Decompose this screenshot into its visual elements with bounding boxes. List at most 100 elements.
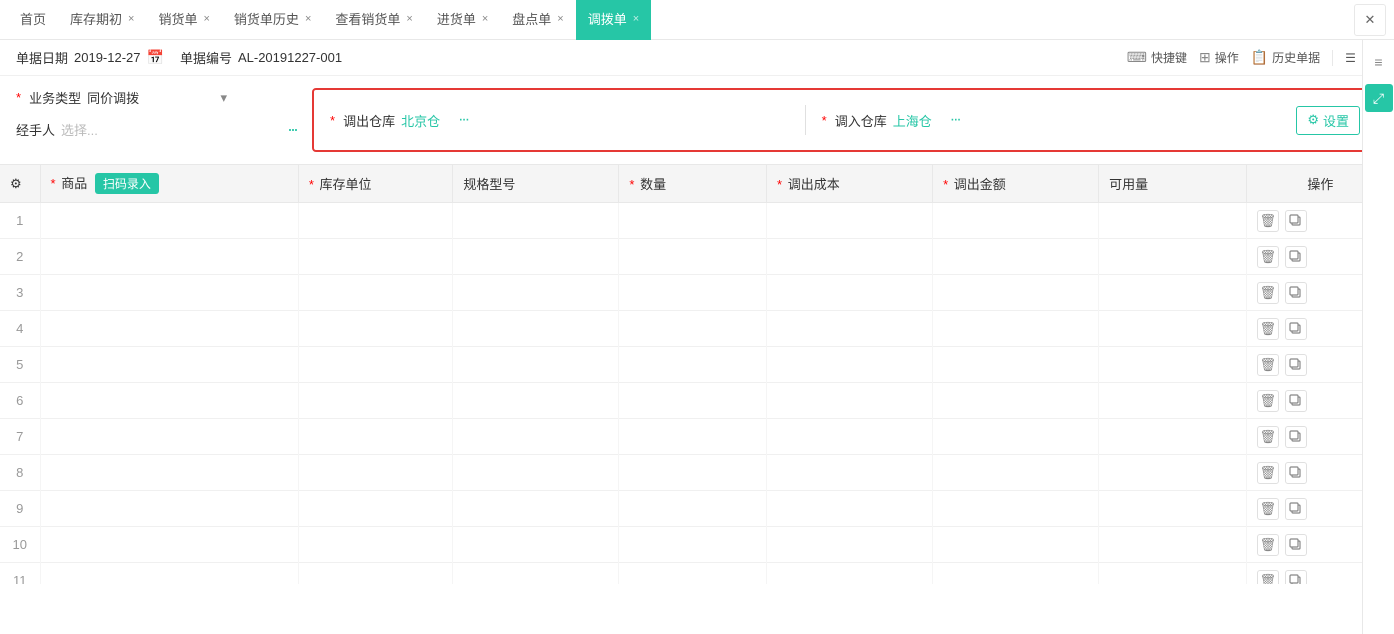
qty-cell-11[interactable] bbox=[619, 563, 767, 585]
row-number-11: 11 bbox=[0, 563, 40, 585]
history-button[interactable]: 📋 历史单据 bbox=[1251, 49, 1320, 66]
cost-cell-6[interactable] bbox=[767, 383, 933, 419]
row-number-2: 2 bbox=[0, 239, 40, 275]
tab-transfer[interactable]: 调拨单 × bbox=[576, 0, 651, 40]
operations-button[interactable]: ⊞ 操作 bbox=[1199, 49, 1239, 66]
col-settings[interactable]: ⚙ bbox=[0, 165, 40, 203]
row-number-10: 10 bbox=[0, 527, 40, 563]
copy-row-2[interactable] bbox=[1285, 246, 1307, 268]
cost-cell-9[interactable] bbox=[767, 491, 933, 527]
qty-cell-2[interactable] bbox=[619, 239, 767, 275]
copy-row-10[interactable] bbox=[1285, 534, 1307, 556]
avail-cell-1 bbox=[1099, 203, 1247, 239]
list-view-button[interactable]: ☰ bbox=[1345, 51, 1356, 65]
handler-more-icon[interactable]: ··· bbox=[287, 119, 296, 140]
qty-cell-5[interactable] bbox=[619, 347, 767, 383]
delete-row-9[interactable]: 🗑 bbox=[1257, 498, 1279, 520]
tab-close-transfer[interactable]: × bbox=[633, 13, 639, 25]
cost-cell-4[interactable] bbox=[767, 311, 933, 347]
copy-row-5[interactable] bbox=[1285, 354, 1307, 376]
qty-cell-4[interactable] bbox=[619, 311, 767, 347]
tab-stock-count[interactable]: 盘点单 × bbox=[500, 0, 575, 40]
qty-cell-6[interactable] bbox=[619, 383, 767, 419]
transfer-out-value[interactable]: 北京仓 bbox=[401, 111, 440, 130]
copy-row-3[interactable] bbox=[1285, 282, 1307, 304]
goods-cell-10[interactable] bbox=[40, 527, 298, 563]
warehouse-settings-button[interactable]: ⚙ 设置 bbox=[1296, 106, 1360, 135]
qty-cell-3[interactable] bbox=[619, 275, 767, 311]
expand-icon: ⤢ bbox=[1373, 90, 1384, 107]
copy-row-11[interactable] bbox=[1285, 570, 1307, 585]
tab-inventory-init[interactable]: 库存期初 × bbox=[58, 0, 146, 40]
business-type-select[interactable]: 同价调拨 ▾ bbox=[87, 88, 227, 107]
tab-sales-order[interactable]: 销货单 × bbox=[146, 0, 221, 40]
delete-row-5[interactable]: 🗑 bbox=[1257, 354, 1279, 376]
window-close-button[interactable]: ✕ bbox=[1354, 4, 1386, 36]
goods-cell-2[interactable] bbox=[40, 239, 298, 275]
goods-cell-1[interactable] bbox=[40, 203, 298, 239]
cost-cell-7[interactable] bbox=[767, 419, 933, 455]
copy-row-6[interactable] bbox=[1285, 390, 1307, 412]
settings-icon[interactable]: ⚙ bbox=[10, 176, 22, 191]
doc-number-value: AL-20191227-001 bbox=[238, 50, 342, 65]
tab-purchase[interactable]: 进货单 × bbox=[425, 0, 500, 40]
goods-cell-7[interactable] bbox=[40, 419, 298, 455]
delete-row-8[interactable]: 🗑 bbox=[1257, 462, 1279, 484]
spec-cell-7 bbox=[453, 419, 619, 455]
transfer-in-value[interactable]: 上海仓 bbox=[893, 111, 932, 130]
goods-cell-5[interactable] bbox=[40, 347, 298, 383]
qty-cell-9[interactable] bbox=[619, 491, 767, 527]
copy-row-7[interactable] bbox=[1285, 426, 1307, 448]
tab-view-sales[interactable]: 查看销货单 × bbox=[323, 0, 424, 40]
goods-cell-3[interactable] bbox=[40, 275, 298, 311]
goods-cell-4[interactable] bbox=[40, 311, 298, 347]
qty-cell-1[interactable] bbox=[619, 203, 767, 239]
transfer-out-more-icon[interactable]: ··· bbox=[458, 111, 468, 129]
quick-keys-button[interactable]: ⌨ 快捷键 bbox=[1127, 49, 1187, 66]
copy-row-4[interactable] bbox=[1285, 318, 1307, 340]
handler-placeholder[interactable]: 选择... bbox=[61, 120, 277, 139]
copy-row-8[interactable] bbox=[1285, 462, 1307, 484]
scan-button[interactable]: 扫码录入 bbox=[95, 173, 159, 194]
cost-cell-11[interactable] bbox=[767, 563, 933, 585]
dropdown-arrow-icon[interactable]: ▾ bbox=[221, 90, 228, 106]
transfer-in-more-icon[interactable]: ··· bbox=[950, 111, 960, 129]
delete-row-4[interactable]: 🗑 bbox=[1257, 318, 1279, 340]
copy-row-1[interactable] bbox=[1285, 210, 1307, 232]
tab-close-sales[interactable]: × bbox=[203, 13, 209, 25]
tab-close-inventory[interactable]: × bbox=[128, 13, 134, 25]
doc-number-field: 单据编号 AL-20191227-001 bbox=[180, 48, 342, 67]
delete-row-11[interactable]: 🗑 bbox=[1257, 570, 1279, 585]
delete-row-6[interactable]: 🗑 bbox=[1257, 390, 1279, 412]
cost-cell-10[interactable] bbox=[767, 527, 933, 563]
goods-cell-8[interactable] bbox=[40, 455, 298, 491]
delete-row-10[interactable]: 🗑 bbox=[1257, 534, 1279, 556]
delete-row-1[interactable]: 🗑 bbox=[1257, 210, 1279, 232]
cost-cell-1[interactable] bbox=[767, 203, 933, 239]
tab-close-view-sales[interactable]: × bbox=[406, 13, 412, 25]
calendar-icon[interactable]: 📅 bbox=[147, 49, 164, 66]
sidebar-list-icon[interactable]: ≡ bbox=[1365, 48, 1393, 76]
tab-close-stock[interactable]: × bbox=[557, 13, 563, 25]
delete-row-7[interactable]: 🗑 bbox=[1257, 426, 1279, 448]
copy-row-9[interactable] bbox=[1285, 498, 1307, 520]
delete-row-3[interactable]: 🗑 bbox=[1257, 282, 1279, 304]
qty-cell-7[interactable] bbox=[619, 419, 767, 455]
cost-cell-3[interactable] bbox=[767, 275, 933, 311]
cost-cell-2[interactable] bbox=[767, 239, 933, 275]
goods-cell-11[interactable] bbox=[40, 563, 298, 585]
goods-cell-6[interactable] bbox=[40, 383, 298, 419]
spec-cell-2 bbox=[453, 239, 619, 275]
tab-close-purchase[interactable]: × bbox=[482, 13, 488, 25]
delete-row-2[interactable]: 🗑 bbox=[1257, 246, 1279, 268]
tab-sales-history[interactable]: 销货单历史 × bbox=[222, 0, 323, 40]
qty-cell-8[interactable] bbox=[619, 455, 767, 491]
sidebar-expand-icon[interactable]: ⤢ bbox=[1365, 84, 1393, 112]
cost-cell-5[interactable] bbox=[767, 347, 933, 383]
qty-cell-10[interactable] bbox=[619, 527, 767, 563]
tab-close-sales-history[interactable]: × bbox=[305, 13, 311, 25]
list-view-icon: ≡ bbox=[1374, 54, 1382, 70]
tab-home[interactable]: 首页 bbox=[8, 0, 58, 40]
cost-cell-8[interactable] bbox=[767, 455, 933, 491]
goods-cell-9[interactable] bbox=[40, 491, 298, 527]
